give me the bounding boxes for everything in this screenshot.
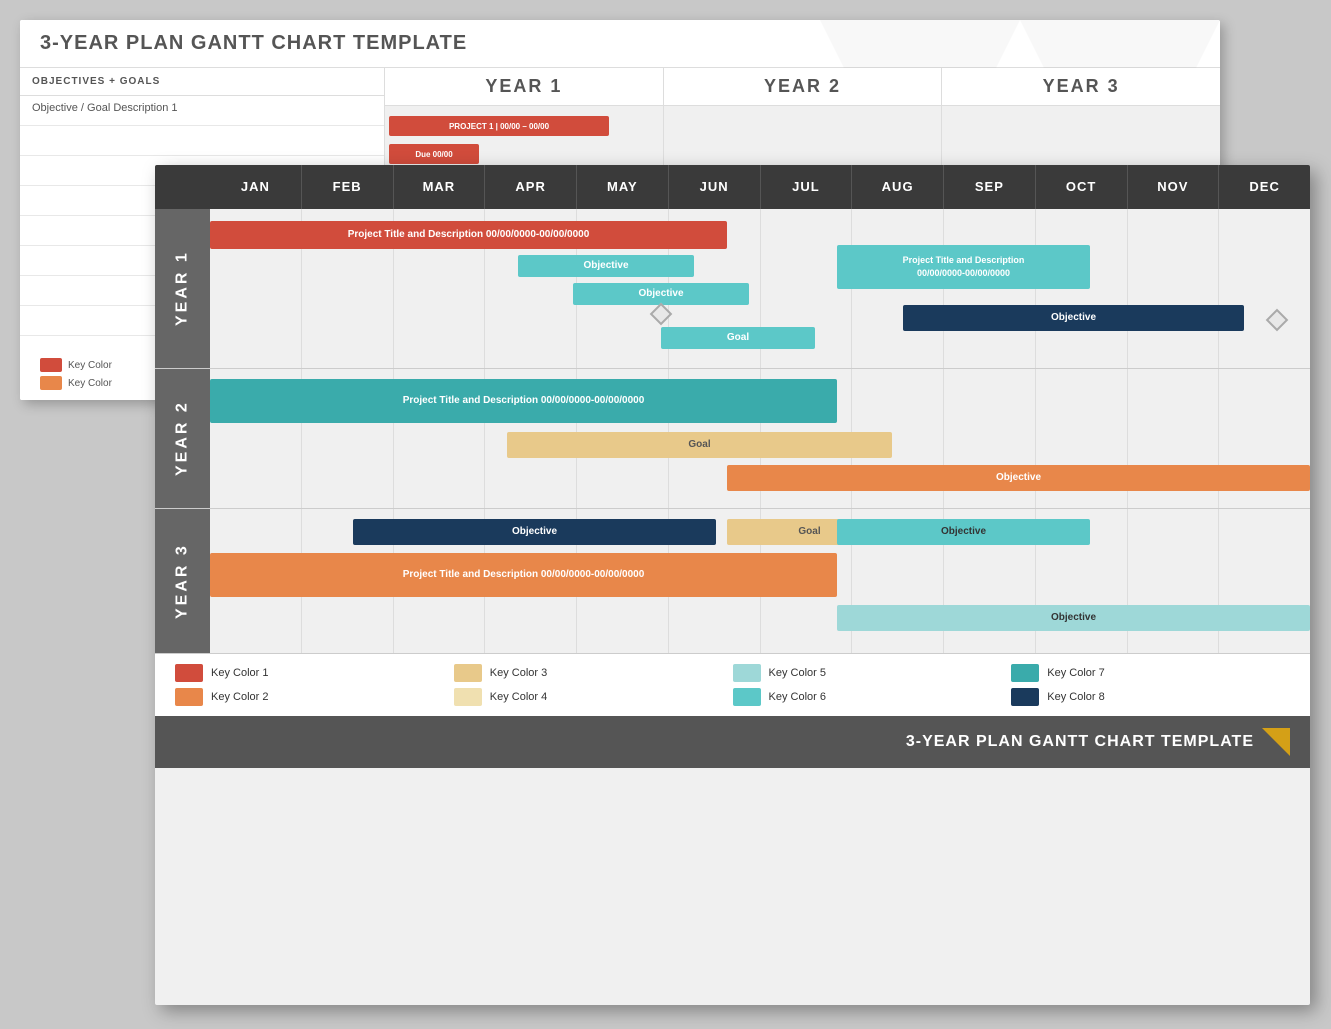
month-nov: NOV <box>1128 165 1220 209</box>
year3-band: YEAR 3 Objective Goal Project Title and … <box>155 509 1310 654</box>
month-mar: MAR <box>394 165 486 209</box>
y1-diamond-right <box>1266 309 1289 332</box>
legend-col-2: Key Color 3 Key Color 4 <box>454 664 733 706</box>
legend-swatch-2 <box>175 688 203 706</box>
month-jun: JUN <box>669 165 761 209</box>
legend-label-6: Key Color 6 <box>769 691 826 703</box>
legend-item-5: Key Color 5 <box>733 664 1012 682</box>
year1-grid: Project Title and Description 00/00/0000… <box>210 209 1310 368</box>
y3-project-orange: Project Title and Description 00/00/0000… <box>210 553 837 597</box>
legend-swatch-6 <box>733 688 761 706</box>
front-card: JAN FEB MAR APR MAY JUN JUL AUG SEP OCT … <box>155 165 1310 1005</box>
legend-swatch-8 <box>1011 688 1039 706</box>
month-aug: AUG <box>852 165 944 209</box>
back-year-2: YEAR 2 <box>664 68 943 105</box>
back-project1-bar: PROJECT 1 | 00/00 – 00/00 <box>389 116 609 136</box>
y1-obj-dark: Objective <box>903 305 1244 331</box>
legend-label-7: Key Color 7 <box>1047 667 1104 679</box>
y1-obj1: Objective <box>518 255 694 277</box>
legend-swatch-5 <box>733 664 761 682</box>
back-swatch-2 <box>40 376 62 390</box>
month-cells: JAN FEB MAR APR MAY JUN JUL AUG SEP OCT … <box>210 165 1310 209</box>
y3-obj-dark: Objective <box>353 519 716 545</box>
back-year-headers: YEAR 1 YEAR 2 YEAR 3 <box>385 68 1220 106</box>
y1-project-bar: Project Title and Description 00/00/0000… <box>210 221 727 249</box>
back-legend-item-1: Key Color <box>40 358 112 372</box>
legend-swatch-3 <box>454 664 482 682</box>
footer-title: 3-YEAR PLAN GANTT CHART TEMPLATE <box>906 733 1254 751</box>
month-jul: JUL <box>761 165 853 209</box>
y1-project-teal: Project Title and Description 00/00/0000… <box>837 245 1090 289</box>
legend-item-8: Key Color 8 <box>1011 688 1290 706</box>
y2-project-bar: Project Title and Description 00/00/0000… <box>210 379 837 423</box>
footer-brand: 3-YEAR PLAN GANTT CHART TEMPLATE <box>906 728 1290 756</box>
back-row-2 <box>20 126 384 156</box>
y2-obj-orange: Objective <box>727 465 1310 491</box>
legend-item-6: Key Color 6 <box>733 688 1012 706</box>
back-legend-label-1: Key Color <box>68 360 112 371</box>
year1-band: YEAR 1 Project Title and Description 00/… <box>155 209 1310 369</box>
y3-obj-teal: Objective <box>837 519 1090 545</box>
month-oct: OCT <box>1036 165 1128 209</box>
legend-item-4: Key Color 4 <box>454 688 733 706</box>
year3-grid: Objective Goal Project Title and Descrip… <box>210 509 1310 653</box>
back-swatch-1 <box>40 358 62 372</box>
back-legend-label-2: Key Color <box>68 378 112 389</box>
legend-item-2: Key Color 2 <box>175 688 454 706</box>
legend-section: Key Color 1 Key Color 2 Key Color 3 Key … <box>155 654 1310 716</box>
year1-label: YEAR 1 <box>155 209 210 368</box>
back-due-bar-1: Due 00/00 <box>389 144 479 164</box>
month-sep: SEP <box>944 165 1036 209</box>
month-header-row: JAN FEB MAR APR MAY JUN JUL AUG SEP OCT … <box>155 165 1310 209</box>
month-may: MAY <box>577 165 669 209</box>
year2-label: YEAR 2 <box>155 369 210 508</box>
back-year-3: YEAR 3 <box>942 68 1220 105</box>
legend-swatch-1 <box>175 664 203 682</box>
y2-goal: Goal <box>507 432 892 458</box>
legend-label-3: Key Color 3 <box>490 667 547 679</box>
month-feb: FEB <box>302 165 394 209</box>
back-objectives-header: OBJECTIVES + GOALS <box>20 68 384 96</box>
back-card-title: 3-YEAR PLAN GANTT CHART TEMPLATE <box>40 32 467 54</box>
year2-band: YEAR 2 Project Title and Description 00/… <box>155 369 1310 509</box>
year2-grid: Project Title and Description 00/00/0000… <box>210 369 1310 508</box>
back-card-header: 3-YEAR PLAN GANTT CHART TEMPLATE <box>20 20 1220 68</box>
legend-col-1: Key Color 1 Key Color 2 <box>175 664 454 706</box>
year3-label: YEAR 3 <box>155 509 210 653</box>
legend-label-8: Key Color 8 <box>1047 691 1104 703</box>
back-year-1: YEAR 1 <box>385 68 664 105</box>
footer-accent <box>1262 728 1290 756</box>
back-row-1: Objective / Goal Description 1 <box>20 96 384 126</box>
legend-label-5: Key Color 5 <box>769 667 826 679</box>
y1-goal: Goal <box>661 327 815 349</box>
legend-swatch-4 <box>454 688 482 706</box>
month-apr: APR <box>485 165 577 209</box>
legend-label-2: Key Color 2 <box>211 691 268 703</box>
legend-col-3: Key Color 5 Key Color 6 <box>733 664 1012 706</box>
legend-swatch-7 <box>1011 664 1039 682</box>
legend-item-7: Key Color 7 <box>1011 664 1290 682</box>
legend-item-3: Key Color 3 <box>454 664 733 682</box>
legend-col-4: Key Color 7 Key Color 8 <box>1011 664 1290 706</box>
front-footer: 3-YEAR PLAN GANTT CHART TEMPLATE <box>155 716 1310 768</box>
legend-label-1: Key Color 1 <box>211 667 268 679</box>
month-jan: JAN <box>210 165 302 209</box>
y1-diamond <box>650 303 673 326</box>
legend-label-4: Key Color 4 <box>490 691 547 703</box>
legend-item-1: Key Color 1 <box>175 664 454 682</box>
back-legend: Key Color Key Color <box>40 358 112 390</box>
month-dec: DEC <box>1219 165 1310 209</box>
back-legend-item-2: Key Color <box>40 376 112 390</box>
y3-obj-lightteal: Objective <box>837 605 1310 631</box>
